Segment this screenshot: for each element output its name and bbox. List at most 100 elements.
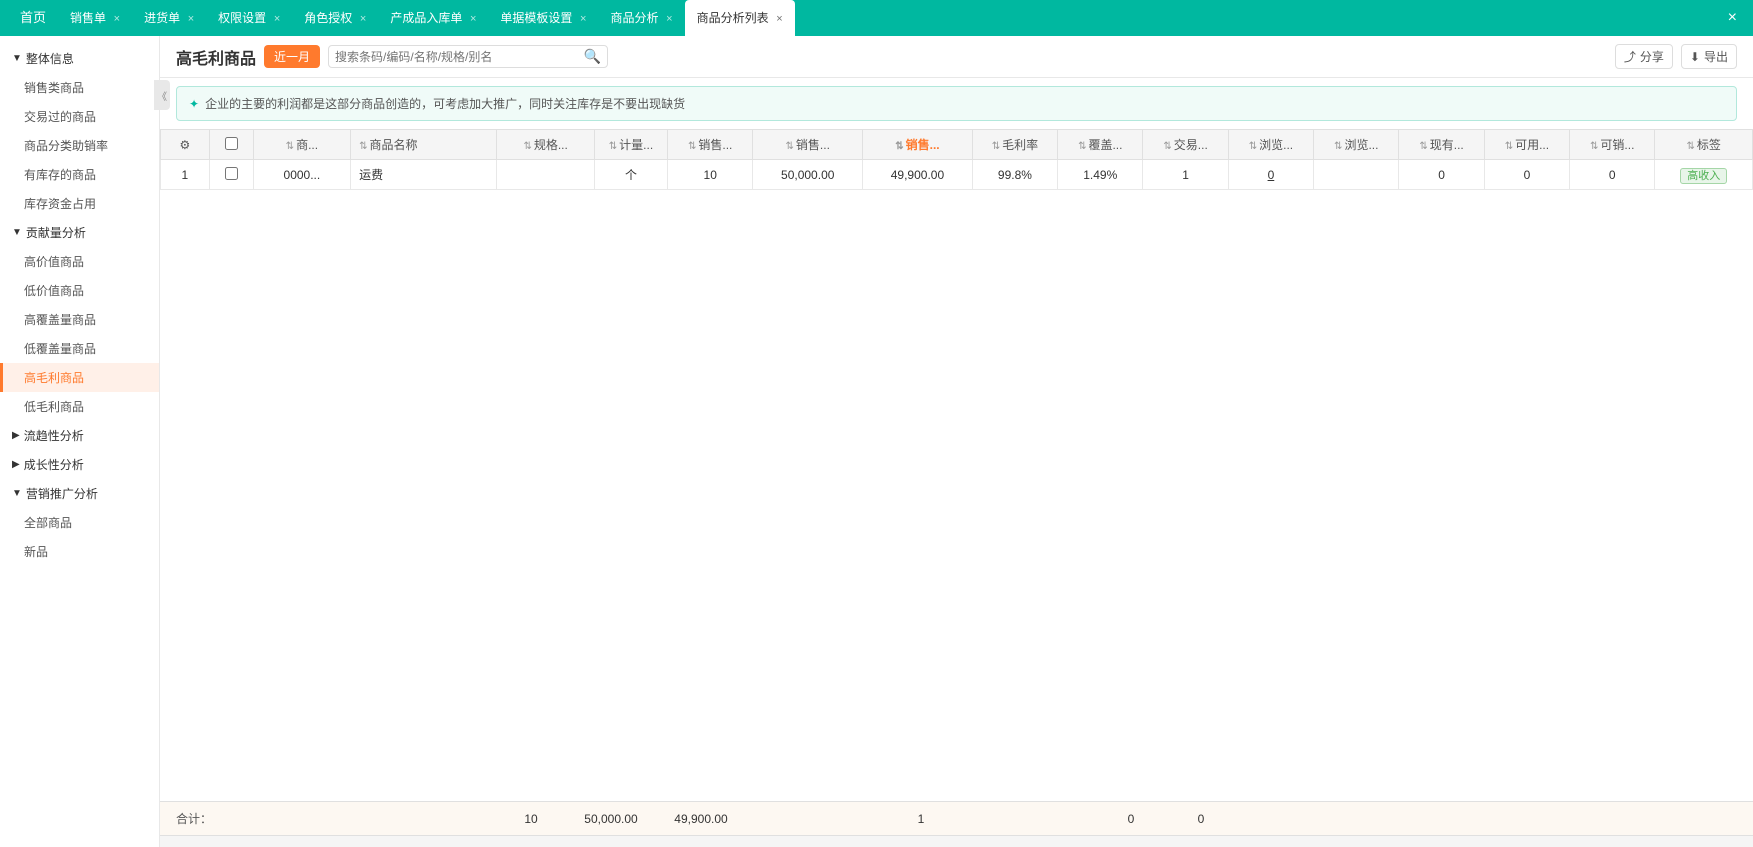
table-container[interactable]: ⚙ ⇅商... ⇅商品名称 ⇅规格... ⇅计量... ⇅销售... ⇅销售..… — [160, 129, 1753, 801]
share-icon: ⤴ — [1624, 48, 1636, 65]
nav-purchase[interactable]: 进货单 × — [132, 0, 206, 36]
search-input[interactable] — [335, 50, 584, 64]
filter-month-button[interactable]: 近一月 — [264, 45, 320, 68]
nav-sales[interactable]: 销售单 × — [58, 0, 132, 36]
share-button[interactable]: ⤴ 分享 — [1615, 44, 1673, 69]
sidebar-item-high-value[interactable]: 高价值商品 — [0, 247, 159, 276]
arrow-icon-5: ▼ — [12, 488, 22, 499]
th-settings[interactable]: ⚙ — [161, 130, 210, 160]
sidebar-item-sales-goods[interactable]: 销售类商品 — [0, 73, 159, 102]
cell-browse1[interactable]: 0 — [1228, 160, 1313, 190]
nav-product-analysis-list[interactable]: 商品分析列表 × — [685, 0, 795, 36]
search-box: 🔍 — [328, 45, 608, 68]
th-browse1[interactable]: ⇅浏览... — [1228, 130, 1313, 160]
sidebar-item-category-rate[interactable]: 商品分类助销率 — [0, 131, 159, 160]
sidebar-item-high-coverage[interactable]: 高覆盖量商品 — [0, 305, 159, 334]
nav-product-entry[interactable]: 产成品入库单 × — [378, 0, 488, 36]
th-sales-qty[interactable]: ⇅销售... — [668, 130, 753, 160]
nav-purchase-close[interactable]: × — [188, 13, 194, 25]
nav-home[interactable]: 首页 — [8, 0, 58, 36]
cell-sales-qty: 10 — [668, 160, 753, 190]
footer-sales-qty: 10 — [496, 812, 566, 826]
header-actions: ⤴ 分享 ⬇ 导出 — [1615, 44, 1737, 69]
sidebar-item-high-margin[interactable]: 高毛利商品 — [0, 363, 159, 392]
browse1-link[interactable]: 0 — [1268, 168, 1275, 182]
sidebar-item-low-value[interactable]: 低价值商品 — [0, 276, 159, 305]
sidebar-item-traded-goods[interactable]: 交易过的商品 — [0, 102, 159, 131]
sidebar-item-stock-goods[interactable]: 有库存的商品 — [0, 160, 159, 189]
export-button[interactable]: ⬇ 导出 — [1681, 44, 1737, 69]
th-transaction[interactable]: ⇅交易... — [1143, 130, 1228, 160]
nav-role[interactable]: 角色授权 × — [292, 0, 378, 36]
sidebar-group-flow[interactable]: ▶ 流趋性分析 — [0, 421, 159, 450]
th-sales-amount[interactable]: ⇅销售... — [753, 130, 863, 160]
th-check[interactable] — [209, 130, 253, 160]
nav-template-close[interactable]: × — [580, 13, 586, 25]
search-icon: 🔍 — [584, 48, 601, 65]
select-all-checkbox[interactable] — [225, 137, 238, 150]
content-header: 高毛利商品 近一月 🔍 ⤴ 分享 ⬇ 导出 — [160, 36, 1753, 78]
th-profit-rate[interactable]: ⇅毛利率 — [972, 130, 1057, 160]
th-current[interactable]: ⇅现有... — [1399, 130, 1484, 160]
cell-coverage: 1.49% — [1058, 160, 1143, 190]
th-coverage[interactable]: ⇅覆盖... — [1058, 130, 1143, 160]
cell-sales-profit: 49,900.00 — [863, 160, 973, 190]
sidebar-group-marketing[interactable]: ▼ 营销推广分析 — [0, 479, 159, 508]
nav-sales-close[interactable]: × — [114, 13, 120, 25]
cell-tag: 高收入 — [1655, 160, 1753, 190]
th-tag[interactable]: ⇅标签 — [1655, 130, 1753, 160]
arrow-icon-2: ▼ — [12, 227, 22, 238]
th-code[interactable]: ⇅商... — [253, 130, 351, 160]
info-icon: ✦ — [189, 97, 199, 111]
th-browse2[interactable]: ⇅浏览... — [1314, 130, 1399, 160]
sidebar-collapse-btn[interactable]: 《 — [154, 80, 170, 110]
sidebar-group-growth[interactable]: ▶ 成长性分析 — [0, 450, 159, 479]
th-spec[interactable]: ⇅规格... — [497, 130, 595, 160]
nav-template[interactable]: 单据模板设置 × — [488, 0, 598, 36]
cell-code: 0000... — [253, 160, 351, 190]
bottom-scrollbar[interactable] — [160, 835, 1753, 847]
sidebar-group-overall[interactable]: ▼ 整体信息 — [0, 44, 159, 73]
sidebar-item-all-goods[interactable]: 全部商品 — [0, 508, 159, 537]
sidebar-item-low-coverage[interactable]: 低覆盖量商品 — [0, 334, 159, 363]
footer-sales-profit: 49,900.00 — [656, 812, 746, 826]
sidebar-group-contribution[interactable]: ▼ 贡献量分析 — [0, 218, 159, 247]
th-unit[interactable]: ⇅计量... — [594, 130, 667, 160]
cell-unit: 个 — [594, 160, 667, 190]
nav-product-analysis[interactable]: 商品分析 × — [598, 0, 684, 36]
th-sellable[interactable]: ⇅可销... — [1570, 130, 1655, 160]
cell-num: 1 — [161, 160, 210, 190]
nav-permission[interactable]: 权限设置 × — [206, 0, 292, 36]
cell-check[interactable] — [209, 160, 253, 190]
sidebar-item-new-goods[interactable]: 新品 — [0, 537, 159, 566]
sidebar-item-stock-capital[interactable]: 库存资金占用 — [0, 189, 159, 218]
table-row: 1 0000... 运费 个 10 50,000.00 49,900.00 99… — [161, 160, 1753, 190]
footer-current: 0 — [1096, 812, 1166, 826]
content-area: 高毛利商品 近一月 🔍 ⤴ 分享 ⬇ 导出 ✦ 企业的主要的利润都是这部分商品创… — [160, 36, 1753, 847]
nav-role-close[interactable]: × — [360, 13, 366, 25]
arrow-icon-3: ▶ — [12, 430, 20, 441]
sidebar: ▼ 整体信息 销售类商品 交易过的商品 商品分类助销率 有库存的商品 库存资金占… — [0, 36, 160, 847]
cell-name: 运费 — [351, 160, 497, 190]
nav-permission-close[interactable]: × — [274, 13, 280, 25]
cell-spec — [497, 160, 595, 190]
footer-transaction: 1 — [886, 812, 956, 826]
nav-product-analysis-list-close[interactable]: × — [776, 13, 782, 25]
th-sales-profit[interactable]: ⇅销售... — [863, 130, 973, 160]
footer-sales-amount: 50,000.00 — [566, 812, 656, 826]
nav-product-entry-close[interactable]: × — [470, 13, 476, 25]
sidebar-item-low-margin[interactable]: 低毛利商品 — [0, 392, 159, 421]
nav-close-all[interactable]: × — [1720, 9, 1745, 27]
footer-bar: 合计： 10 50,000.00 49,900.00 1 0 0 — [160, 801, 1753, 835]
th-name[interactable]: ⇅商品名称 — [351, 130, 497, 160]
row-checkbox[interactable] — [225, 167, 238, 180]
nav-product-analysis-close[interactable]: × — [666, 13, 672, 25]
cell-profit-rate: 99.8% — [972, 160, 1057, 190]
th-available[interactable]: ⇅可用... — [1484, 130, 1569, 160]
info-banner: ✦ 企业的主要的利润都是这部分商品创造的，可考虑加大推广，同时关注库存是不要出现… — [176, 86, 1737, 121]
cell-available: 0 — [1484, 160, 1569, 190]
tag-high-income: 高收入 — [1680, 168, 1727, 184]
arrow-icon-4: ▶ — [12, 459, 20, 470]
page-title: 高毛利商品 — [176, 45, 256, 69]
top-nav: 首页 销售单 × 进货单 × 权限设置 × 角色授权 × 产成品入库单 × 单据… — [0, 0, 1753, 36]
